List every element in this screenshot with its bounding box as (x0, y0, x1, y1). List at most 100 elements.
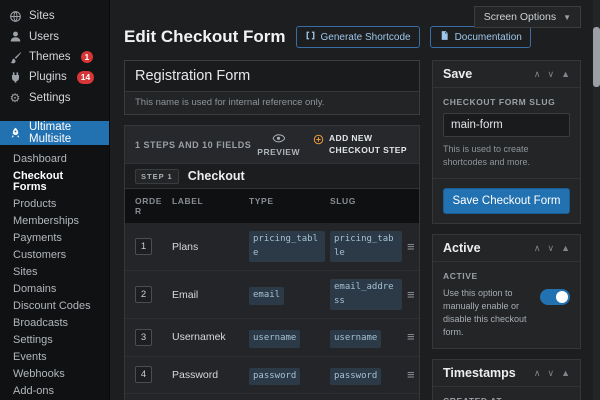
move-up-icon[interactable]: ∧ (534, 368, 541, 379)
scrollbar-thumb[interactable] (593, 27, 600, 87)
submenu-item[interactable]: Domains (0, 281, 109, 298)
save-panel: Save ∧ ∨ ▲ CHECKOUT FORM SLUG This is us… (432, 60, 581, 224)
submenu-item-label: Dashboard (13, 153, 67, 165)
panel-title: Save (443, 67, 534, 81)
preview-link[interactable]: PREVIEW (257, 133, 300, 157)
sidebar-item-sites[interactable]: Sites (0, 6, 109, 26)
drag-handle-icon[interactable]: ≡ (407, 287, 415, 302)
sidebar-item-themes[interactable]: Themes 1 (0, 47, 109, 67)
plugins-icon (8, 70, 22, 84)
table-row: 5 Site Title site_title site_title (125, 394, 419, 400)
gear-icon: ⚙ (8, 91, 22, 105)
active-help-text: Use this option to manually enable or di… (443, 287, 532, 339)
submenu-item-label: Events (13, 351, 47, 363)
add-step-label: ADD NEW CHECKOUT STEP (329, 133, 409, 157)
submenu-item-label: Broadcasts (13, 317, 68, 329)
steps-fields-summary: 1 STEPS AND 10 FIELDS (135, 133, 251, 150)
page-header: Edit Checkout Form Generate Shortcode Do… (124, 26, 581, 48)
field-label[interactable]: Plans (172, 241, 244, 253)
field-label[interactable]: Email (172, 289, 244, 301)
active-toggle[interactable] (540, 289, 570, 305)
add-new-checkout-step-link[interactable]: ADD NEW CHECKOUT STEP (313, 133, 409, 157)
field-label[interactable]: Password (172, 369, 244, 381)
sidebar-item-label: Themes (29, 51, 71, 63)
submenu-item-label: Discount Codes (13, 300, 91, 312)
sidebar-item-settings[interactable]: ⚙ Settings (0, 88, 109, 108)
checkout-fields-panel: 1 STEPS AND 10 FIELDS PREVIEW (124, 125, 420, 400)
generate-shortcode-button[interactable]: Generate Shortcode (296, 26, 420, 48)
table-row: 4 Password password password (125, 357, 419, 395)
submenu-item[interactable]: Products (0, 196, 109, 213)
field-type-code: pricing_table (249, 231, 325, 262)
submenu-item[interactable]: Events (0, 349, 109, 366)
created-at-label: CREATED AT (443, 396, 570, 400)
fields-table-body: 1 Plans pricing_table pricing_table (125, 223, 419, 400)
move-down-icon[interactable]: ∨ (547, 243, 554, 254)
move-up-icon[interactable]: ∧ (534, 243, 541, 254)
collapse-panel-icon[interactable]: ▲ (561, 243, 570, 254)
drag-handle-icon[interactable]: ≡ (407, 367, 415, 382)
update-count-badge: 1 (81, 51, 94, 63)
move-down-icon[interactable]: ∨ (547, 69, 554, 80)
field-type-code: password (249, 368, 300, 386)
sidebar-item-plugins[interactable]: Plugins 14 (0, 67, 109, 87)
vertical-scrollbar[interactable] (593, 0, 600, 400)
timestamps-panel: Timestamps ∧ ∨ ▲ CREATED AT September 15… (432, 359, 581, 400)
sidebar-item-ultimate-multisite[interactable]: Ultimate Multisite (0, 121, 109, 145)
collapse-panel-icon[interactable]: ▲ (561, 368, 570, 379)
step-header-row: STEP 1 Checkout (125, 163, 419, 189)
submenu-item-label: Payments (13, 232, 62, 244)
admin-sidebar: Sites Users Themes 1 Plugins 14 ⚙ (0, 0, 110, 400)
screen-options-button[interactable]: Screen Options ▼ (474, 6, 581, 28)
form-name-input[interactable] (125, 61, 419, 92)
save-checkout-form-button[interactable]: Save Checkout Form (443, 188, 570, 214)
table-row: 2 Email email email_address (125, 271, 419, 319)
form-name-help: This name is used for internal reference… (125, 92, 419, 114)
submenu-item-label: Add-ons (13, 385, 54, 397)
submenu-item[interactable]: Broadcasts (0, 315, 109, 332)
submenu-item-label: Customers (13, 249, 66, 261)
preview-label: PREVIEW (257, 147, 300, 157)
step-title: Checkout (188, 169, 245, 183)
column-header-order: ORDER (135, 196, 167, 216)
submenu-item[interactable]: Payments (0, 230, 109, 247)
collapse-panel-icon[interactable]: ▲ (561, 69, 570, 80)
field-slug-code: email_address (330, 279, 402, 310)
toggle-knob (556, 291, 568, 303)
documentation-button[interactable]: Documentation (430, 26, 531, 48)
submenu-item[interactable]: Add-ons (0, 383, 109, 400)
step-number-badge: STEP 1 (135, 169, 179, 184)
submenu-item[interactable]: Discount Codes (0, 298, 109, 315)
field-label[interactable]: Usernamek (172, 331, 244, 343)
drag-handle-icon[interactable]: ≡ (407, 239, 415, 254)
field-slug-code: password (330, 368, 381, 386)
table-column-headers: ORDER LABEL TYPE SLUG (125, 189, 419, 223)
sidebar-item-users[interactable]: Users (0, 26, 109, 46)
field-slug-code: pricing_table (330, 231, 402, 262)
submenu-item[interactable]: Customers (0, 247, 109, 264)
submenu-item[interactable]: Settings (0, 332, 109, 349)
submenu-item[interactable]: Dashboard (0, 151, 109, 168)
submenu-item[interactable]: Webhooks (0, 366, 109, 383)
drag-handle-icon[interactable]: ≡ (407, 329, 415, 344)
sidebar-section-label: Ultimate Multisite (29, 121, 101, 145)
submenu-item-label: Domains (13, 283, 56, 295)
main-content: Screen Options ▼ Edit Checkout Form Gene… (110, 0, 600, 400)
submenu-item[interactable]: Sites (0, 264, 109, 281)
users-icon (8, 30, 22, 44)
submenu-item[interactable]: Checkout Forms (0, 168, 109, 196)
field-order-number: 3 (135, 329, 152, 346)
save-panel-header: Save ∧ ∨ ▲ (433, 61, 580, 88)
submenu-item-label: Memberships (13, 215, 79, 227)
sidebar-item-label: Plugins (29, 71, 67, 83)
column-header-label: LABEL (172, 196, 244, 206)
update-count-badge: 14 (77, 71, 94, 83)
caret-down-icon: ▼ (563, 13, 571, 22)
move-down-icon[interactable]: ∨ (547, 368, 554, 379)
eye-icon (272, 134, 285, 145)
timestamps-panel-header: Timestamps ∧ ∨ ▲ (433, 360, 580, 387)
move-up-icon[interactable]: ∧ (534, 69, 541, 80)
checkout-form-slug-input[interactable] (443, 113, 570, 137)
field-order-number: 2 (135, 286, 152, 303)
submenu-item[interactable]: Memberships (0, 213, 109, 230)
